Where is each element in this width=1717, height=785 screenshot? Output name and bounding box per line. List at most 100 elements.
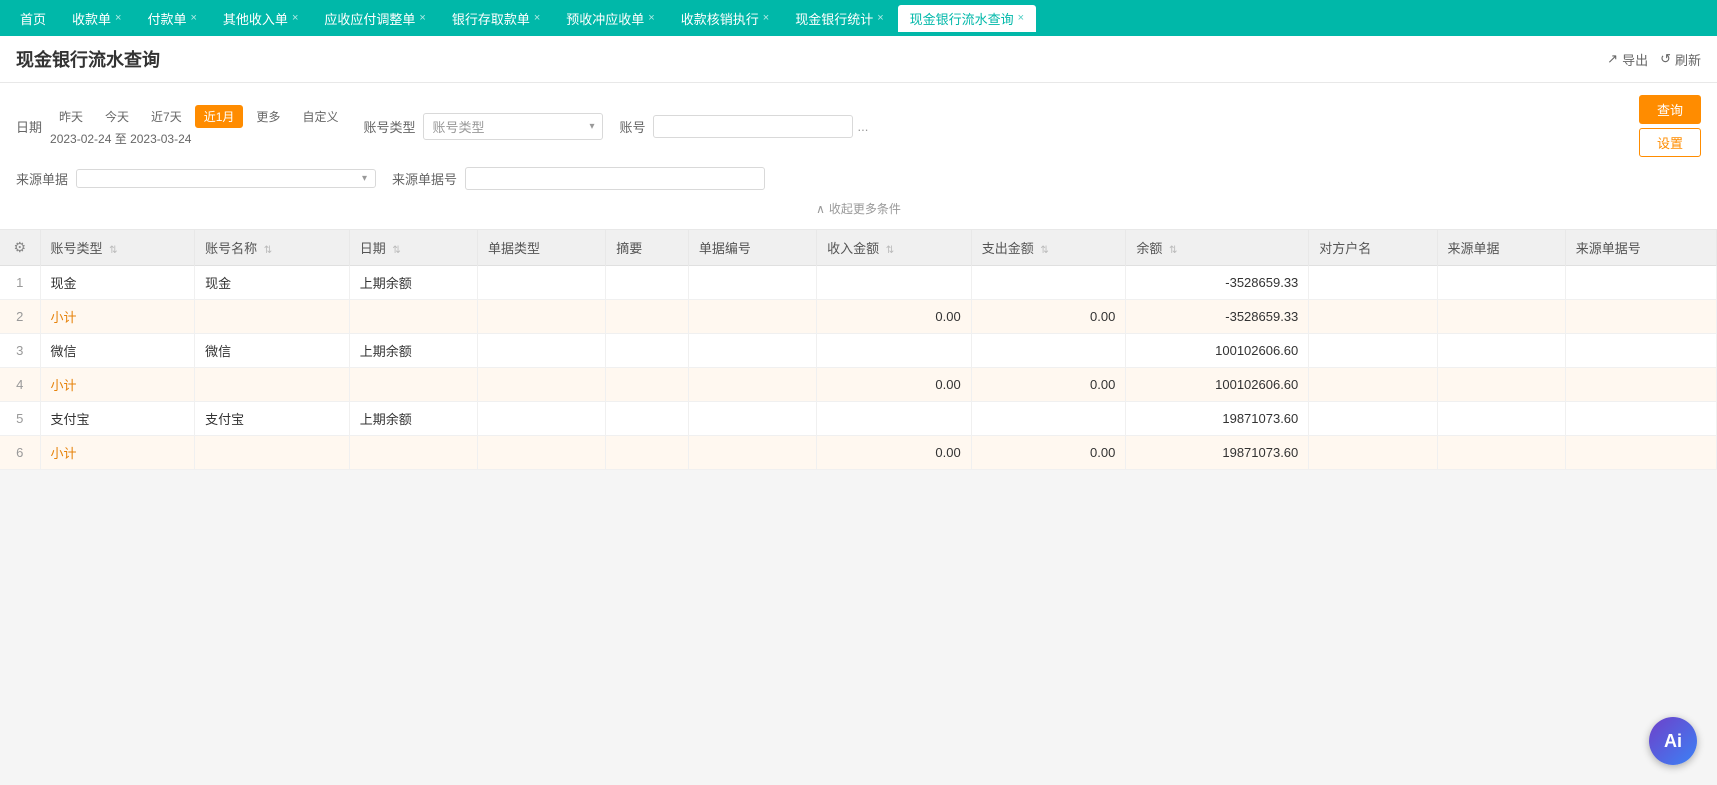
table-cell-index: 4 [0,368,40,402]
table-cell-counterparty [1309,300,1437,334]
date-btn-yesterday[interactable]: 昨天 [50,105,92,128]
table-cell-account_type: 小计 [40,300,195,334]
date-btn-7days[interactable]: 近7天 [142,105,191,128]
table-row: 4小计0.000.00100102606.60 [0,368,1717,402]
table-cell-source_doc [1437,300,1565,334]
source-doc-no-input-wrap [465,167,765,190]
sort-icon[interactable]: ⇅ [264,245,272,256]
table-row: 1现金现金上期余额-3528659.33 [0,266,1717,300]
query-button[interactable]: 查询 [1639,95,1701,124]
nav-payment[interactable]: 付款单 × [135,5,208,32]
th-account-type: 账号类型 ⇅ [40,230,195,266]
table-cell-doc_no [688,266,816,300]
nav-cash-bank-stats[interactable]: 现金银行统计 × [783,5,895,32]
nav-bank-deposit[interactable]: 银行存取款单 × [440,5,552,32]
nav-advance-offset[interactable]: 预收冲应收单 × [554,5,666,32]
source-doc-no-filter-group: 来源单据号 [392,167,765,190]
settings-icon[interactable]: ⚙ [13,239,26,255]
collapse-bar[interactable]: ∧ 收起更多条件 [16,200,1701,217]
account-filter-group: 账号 ... [619,115,868,138]
sort-icon[interactable]: ⇅ [1169,245,1177,256]
data-table: ⚙ 账号类型 ⇅ 账号名称 ⇅ 日期 ⇅ 单据类型 摘要 单据编号 [0,230,1717,470]
date-btn-more[interactable]: 更多 [247,105,289,128]
table-cell-expense [971,334,1126,368]
nav-home[interactable]: 首页 [8,5,58,32]
date-btn-custom[interactable]: 自定义 [293,105,347,128]
close-icon[interactable]: × [292,12,298,24]
source-doc-filter-group: 来源单据 ▾ [16,169,376,188]
filter-area: 日期 昨天 今天 近7天 近1月 更多 自定义 2023-02-24 至 202… [0,83,1717,230]
sort-icon[interactable]: ⇅ [886,245,894,256]
th-settings: ⚙ [0,230,40,266]
nav-receipt[interactable]: 收款单 × [60,5,133,32]
table-cell-doc_no [688,436,816,470]
close-icon[interactable]: × [1018,12,1024,24]
table-cell-date: 上期余额 [349,266,477,300]
th-balance: 余额 ⇅ [1126,230,1309,266]
table-cell-source_doc [1437,402,1565,436]
table-cell-income [817,334,972,368]
account-more-btn[interactable]: ... [857,119,868,134]
table-header-row: ⚙ 账号类型 ⇅ 账号名称 ⇅ 日期 ⇅ 单据类型 摘要 单据编号 [0,230,1717,266]
close-icon[interactable]: × [763,12,769,24]
close-icon[interactable]: × [648,12,654,24]
table-cell-expense: 0.00 [971,436,1126,470]
table-cell-account_type: 现金 [40,266,195,300]
close-icon[interactable]: × [877,12,883,24]
table-cell-counterparty [1309,334,1437,368]
sort-icon[interactable]: ⇅ [109,245,117,256]
date-btn-today[interactable]: 今天 [96,105,138,128]
table-body: 1现金现金上期余额-3528659.332小计0.000.00-3528659.… [0,266,1717,470]
table-cell-income [817,266,972,300]
table-cell-doc_no [688,334,816,368]
th-account-name: 账号名称 ⇅ [195,230,350,266]
th-income: 收入金额 ⇅ [817,230,972,266]
nav-ar-ap-adjust[interactable]: 应收应付调整单 × [312,5,437,32]
table-cell-date: 上期余额 [349,334,477,368]
header-actions: ↗ 导出 ↺ 刷新 [1607,50,1701,69]
date-options: 昨天 今天 近7天 近1月 更多 自定义 [50,105,347,128]
table-cell-account_name [195,300,350,334]
table-cell-summary [606,368,689,402]
table-cell-source_doc_no [1565,368,1716,402]
date-options-col: 昨天 今天 近7天 近1月 更多 自定义 2023-02-24 至 2023-0… [50,105,347,147]
th-expense: 支出金额 ⇅ [971,230,1126,266]
date-btn-1month[interactable]: 近1月 [195,105,244,128]
refresh-button[interactable]: ↺ 刷新 [1660,50,1701,69]
close-icon[interactable]: × [190,12,196,24]
close-icon[interactable]: × [534,12,540,24]
sort-icon[interactable]: ⇅ [1040,245,1048,256]
chevron-down-icon: ▾ [362,173,367,184]
nav-receipt-exec[interactable]: 收款核销执行 × [669,5,781,32]
close-icon[interactable]: × [419,12,425,24]
ai-badge[interactable]: Ai [1649,717,1697,765]
account-type-filter-group: 账号类型 账号类型 ▾ [363,113,603,140]
account-input[interactable] [662,119,844,134]
source-doc-no-label: 来源单据号 [392,169,457,188]
nav-other-income[interactable]: 其他收入单 × [211,5,310,32]
table-cell-summary [606,436,689,470]
account-type-select[interactable]: 账号类型 ▾ [423,113,603,140]
table-cell-account_name: 支付宝 [195,402,350,436]
table-cell-account_name [195,436,350,470]
setting-button[interactable]: 设置 [1639,128,1701,157]
source-doc-select[interactable]: ▾ [76,169,376,188]
sort-icon[interactable]: ⇅ [392,245,400,256]
table-cell-counterparty [1309,402,1437,436]
close-icon[interactable]: × [115,12,121,24]
table-cell-doc_type [478,266,606,300]
table-cell-expense: 0.00 [971,368,1126,402]
table-cell-balance: -3528659.33 [1126,300,1309,334]
nav-cash-bank-flow[interactable]: 现金银行流水查询 × [898,5,1036,32]
export-button[interactable]: ↗ 导出 [1607,50,1648,69]
table-cell-balance: 19871073.60 [1126,436,1309,470]
table-cell-index: 5 [0,402,40,436]
table-cell-source_doc [1437,266,1565,300]
table-row: 5支付宝支付宝上期余额19871073.60 [0,402,1717,436]
source-doc-no-input[interactable] [474,171,756,186]
table-cell-doc_type [478,300,606,334]
table-cell-doc_no [688,300,816,334]
table-cell-income: 0.00 [817,436,972,470]
filter-row-1: 日期 昨天 今天 近7天 近1月 更多 自定义 2023-02-24 至 202… [16,95,1701,157]
table-cell-balance: 100102606.60 [1126,334,1309,368]
